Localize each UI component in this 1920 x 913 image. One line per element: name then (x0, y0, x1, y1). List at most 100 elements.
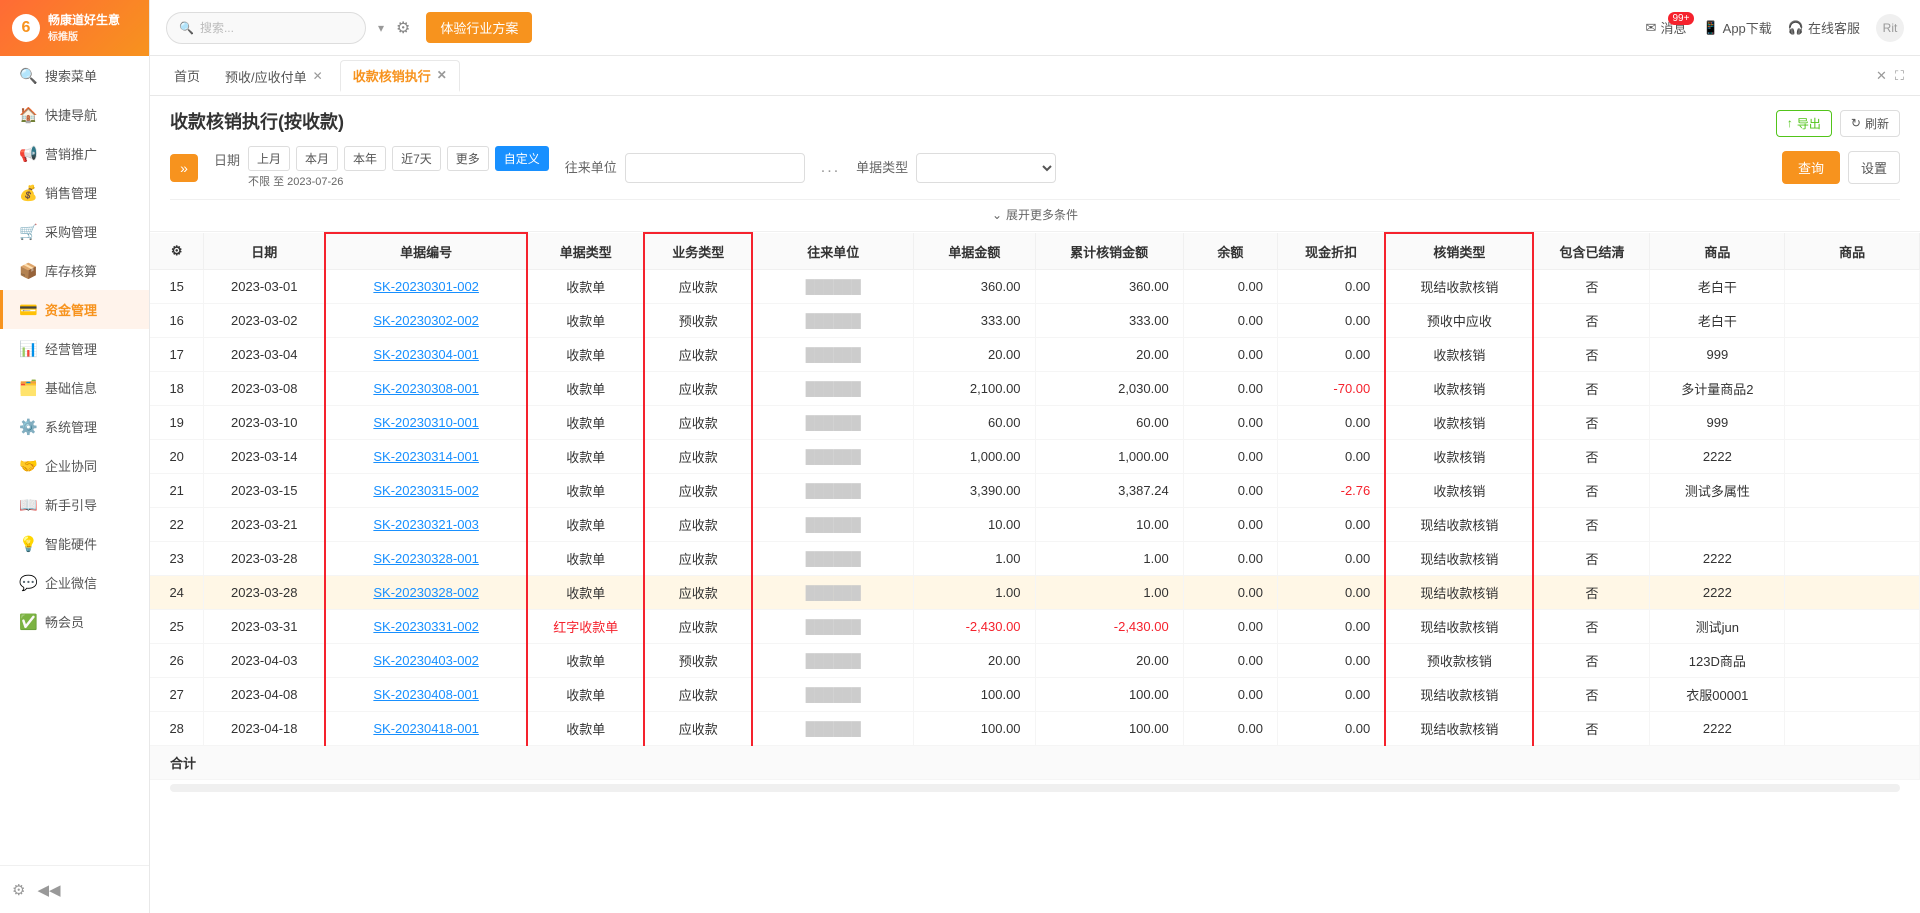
refresh-button[interactable]: ↻ 刷新 (1840, 110, 1900, 137)
table-row[interactable]: 21 2023-03-15 SK-20230315-002 收款单 应收款 ██… (150, 474, 1920, 508)
doc-no-link[interactable]: SK-20230315-002 (373, 483, 479, 498)
doc-no-link[interactable]: SK-20230314-001 (373, 449, 479, 464)
global-search-input[interactable]: 🔍 搜索... (166, 12, 366, 44)
tab-home[interactable]: 首页 (166, 66, 208, 85)
th-doc-no[interactable]: 单据编号 (325, 233, 527, 270)
topbar: 🔍 搜索... ▾ ⚙ 体验行业方案 ✉ 消息 99+ 📱 App下载 🎧 在线… (150, 0, 1920, 56)
date-last-month[interactable]: 上月 (248, 146, 290, 171)
th-biz-type[interactable]: 业务类型 (644, 233, 752, 270)
sidebar-icon-search: 🔍 (19, 67, 37, 85)
doc-no-link[interactable]: SK-20230331-002 (373, 619, 479, 634)
table-row[interactable]: 28 2023-04-18 SK-20230418-001 收款单 应收款 ██… (150, 712, 1920, 746)
collapse-sidebar-icon[interactable]: ◀◀ (37, 881, 60, 899)
sidebar-item-system[interactable]: ⚙️系统管理 (0, 407, 149, 446)
query-button[interactable]: 查询 (1782, 151, 1840, 184)
doc-no-link[interactable]: SK-20230321-003 (373, 517, 479, 532)
online-service-link[interactable]: 🎧 在线客服 (1788, 18, 1860, 37)
cell-biz-type: 应收款 (644, 270, 752, 304)
cell-doc-type: 收款单 (527, 542, 644, 576)
th-verify-amount[interactable]: 累计核销金额 (1035, 233, 1183, 270)
sidebar-item-shortcut[interactable]: 🏠快捷导航 (0, 95, 149, 134)
table-row[interactable]: 15 2023-03-01 SK-20230301-002 收款单 应收款 ██… (150, 270, 1920, 304)
sidebar-item-purchase[interactable]: 🛒采购管理 (0, 212, 149, 251)
receipt-type-select[interactable] (916, 153, 1056, 183)
date-more[interactable]: 更多 (447, 146, 489, 171)
th-date[interactable]: 日期 (204, 233, 325, 270)
doc-no-link[interactable]: SK-20230328-001 (373, 551, 479, 566)
table-row[interactable]: 19 2023-03-10 SK-20230310-001 收款单 应收款 ██… (150, 406, 1920, 440)
doc-no-link[interactable]: SK-20230302-002 (373, 313, 479, 328)
date-this-year[interactable]: 本年 (344, 146, 386, 171)
sidebar-item-enterprise[interactable]: 🤝企业协同 (0, 446, 149, 485)
date-last-7days[interactable]: 近7天 (392, 146, 441, 171)
date-custom[interactable]: 自定义 (495, 146, 549, 171)
sidebar-item-operations[interactable]: 📊经营管理 (0, 329, 149, 368)
cell-goods: 多计量商品2 (1650, 372, 1785, 406)
th-counterpart[interactable]: 往来单位 (752, 233, 914, 270)
industry-solution-button[interactable]: 体验行业方案 (426, 12, 532, 43)
doc-no-link[interactable]: SK-20230328-002 (373, 585, 479, 600)
sidebar-item-marketing[interactable]: 📢营销推广 (0, 134, 149, 173)
th-cash-discount[interactable]: 现金折扣 (1278, 233, 1386, 270)
table-row[interactable]: 16 2023-03-02 SK-20230302-002 收款单 预收款 ██… (150, 304, 1920, 338)
tab-prepay[interactable]: 预收/应收付单 ✕ (212, 60, 336, 92)
maximize-icon[interactable]: ⛶ (1895, 68, 1904, 84)
sidebar-item-basics[interactable]: 🗂️基础信息 (0, 368, 149, 407)
expand-more-bar[interactable]: ⌄ 展开更多条件 (170, 199, 1900, 231)
counterpart-input[interactable] (625, 153, 805, 183)
message-button[interactable]: ✉ 消息 99+ (1646, 18, 1687, 37)
th-amount[interactable]: 单据金额 (914, 233, 1035, 270)
table-row[interactable]: 22 2023-03-21 SK-20230321-003 收款单 应收款 ██… (150, 508, 1920, 542)
doc-no-link[interactable]: SK-20230310-001 (373, 415, 479, 430)
tab-verify[interactable]: 收款核销执行 ✕ (340, 60, 460, 92)
sidebar-item-inventory[interactable]: 📦库存核算 (0, 251, 149, 290)
sidebar-item-guide[interactable]: 📖新手引导 (0, 485, 149, 524)
cell-goods2 (1785, 576, 1920, 610)
close-window-icon[interactable]: ✕ (1876, 68, 1887, 84)
sidebar-item-finance[interactable]: 💳资金管理 (0, 290, 149, 329)
doc-no-link[interactable]: SK-20230304-001 (373, 347, 479, 362)
search-chevron-icon[interactable]: ▾ (378, 21, 384, 35)
th-verify-type[interactable]: 核销类型 (1385, 233, 1533, 270)
doc-no-link[interactable]: SK-20230403-002 (373, 653, 479, 668)
sidebar-footer: ⚙ ◀◀ (0, 865, 149, 913)
sidebar-item-sales[interactable]: 💰销售管理 (0, 173, 149, 212)
app-download-link[interactable]: 📱 App下载 (1702, 18, 1771, 37)
table-row[interactable]: 27 2023-04-08 SK-20230408-001 收款单 应收款 ██… (150, 678, 1920, 712)
th-settings[interactable]: ⚙ (150, 233, 204, 270)
user-avatar[interactable]: Rit (1876, 14, 1904, 42)
cell-cash-discount: 0.00 (1278, 406, 1386, 440)
sidebar-item-hardware[interactable]: 💡智能硬件 (0, 524, 149, 563)
table-row[interactable]: 25 2023-03-31 SK-20230331-002 红字收款单 应收款 … (150, 610, 1920, 644)
tab-verify-close-icon[interactable]: ✕ (437, 68, 447, 82)
th-doc-type[interactable]: 单据类型 (527, 233, 644, 270)
settings-footer-icon[interactable]: ⚙ (12, 881, 25, 899)
table-row[interactable]: 23 2023-03-28 SK-20230328-001 收款单 应收款 ██… (150, 542, 1920, 576)
th-balance[interactable]: 余额 (1183, 233, 1277, 270)
filter-expand-button[interactable]: » (170, 154, 198, 182)
filter-settings-button[interactable]: 设置 (1848, 151, 1900, 184)
tab-prepay-close-icon[interactable]: ✕ (313, 69, 323, 83)
cell-doc-type: 收款单 (527, 644, 644, 678)
export-button[interactable]: ↑ 导出 (1776, 110, 1832, 137)
table-row[interactable]: 17 2023-03-04 SK-20230304-001 收款单 应收款 ██… (150, 338, 1920, 372)
table-row[interactable]: 18 2023-03-08 SK-20230308-001 收款单 应收款 ██… (150, 372, 1920, 406)
sidebar-item-member[interactable]: ✅畅会员 (0, 602, 149, 641)
th-goods2[interactable]: 商品 (1785, 233, 1920, 270)
th-goods[interactable]: 商品 (1650, 233, 1785, 270)
th-include-settled[interactable]: 包含已结清 (1533, 233, 1650, 270)
date-this-month[interactable]: 本月 (296, 146, 338, 171)
doc-no-link[interactable]: SK-20230308-001 (373, 381, 479, 396)
table-row[interactable]: 26 2023-04-03 SK-20230403-002 收款单 预收款 ██… (150, 644, 1920, 678)
date-range-display: 不限 至 2023-07-26 (248, 173, 549, 189)
doc-no-link[interactable]: SK-20230301-002 (373, 279, 479, 294)
table-row[interactable]: 20 2023-03-14 SK-20230314-001 收款单 应收款 ██… (150, 440, 1920, 474)
doc-no-link[interactable]: SK-20230418-001 (373, 721, 479, 736)
table-row[interactable]: 24 2023-03-28 SK-20230328-002 收款单 应收款 ██… (150, 576, 1920, 610)
cell-include-settled: 否 (1533, 474, 1650, 508)
doc-no-link[interactable]: SK-20230408-001 (373, 687, 479, 702)
sidebar-item-wechat[interactable]: 💬企业微信 (0, 563, 149, 602)
sidebar-item-search[interactable]: 🔍搜索菜单 (0, 56, 149, 95)
settings-gear-icon[interactable]: ⚙ (396, 18, 410, 38)
horizontal-scrollbar[interactable] (170, 784, 1900, 792)
